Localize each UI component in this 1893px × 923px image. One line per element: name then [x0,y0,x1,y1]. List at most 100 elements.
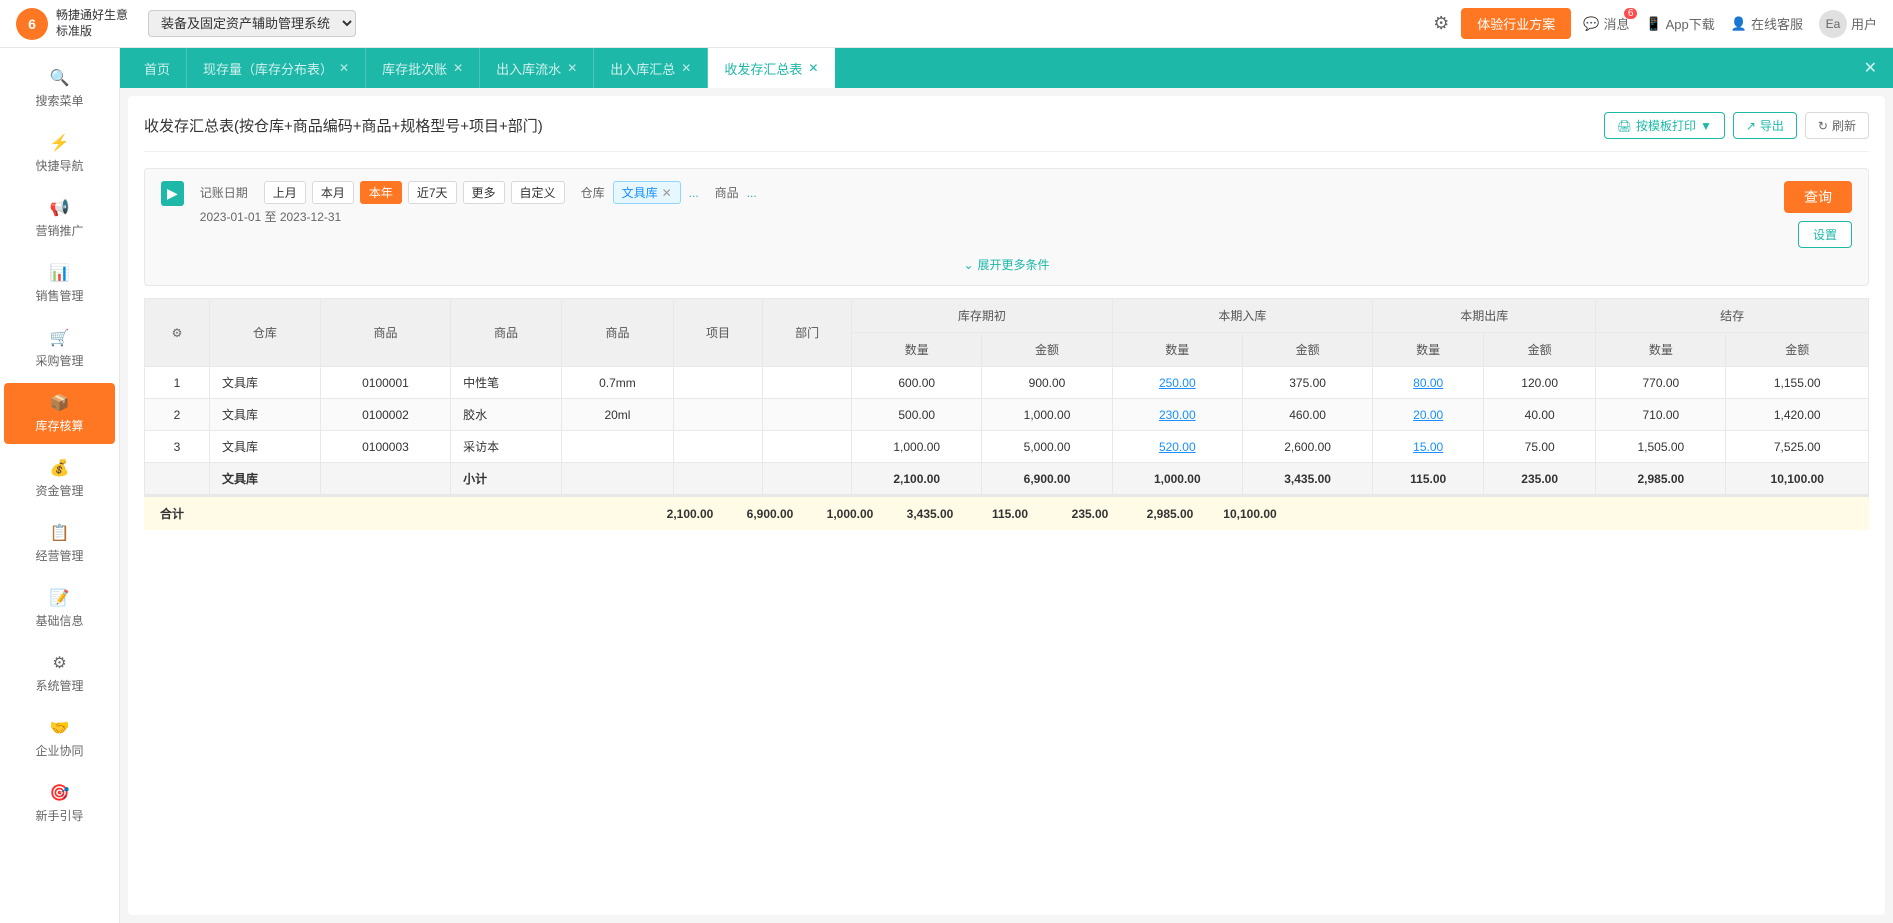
sidebar-item-quick-nav[interactable]: ⚡ 快捷导航 [4,123,115,184]
sidebar-item-system[interactable]: ⚙ 系统管理 [4,643,115,704]
settings-btn[interactable]: 设置 [1798,221,1852,248]
col-project: 项目 [674,299,763,367]
sidebar-item-purchase[interactable]: 🛒 采购管理 [4,318,115,379]
refresh-icon: ↻ [1818,119,1828,133]
tab-home[interactable]: 首页 [128,48,187,88]
sidebar-item-sales[interactable]: 📊 销售管理 [4,253,115,314]
sub-outbound-amt: 金额 [1484,333,1596,367]
cell-inbound-qty[interactable]: 250.00 [1112,367,1242,399]
cell-opening-qty: 1,000.00 [852,431,982,463]
sidebar-item-basic-info[interactable]: 📝 基础信息 [4,578,115,639]
cell-balance-amt: 1,420.00 [1726,399,1869,431]
system-icon: ⚙ [52,653,66,673]
main-layout: 🔍 搜索菜单 ⚡ 快捷导航 📢 营销推广 📊 销售管理 🛒 采购管理 📦 库存核… [0,48,1893,923]
sidebar-item-enterprise[interactable]: 🤝 企业协同 [4,708,115,769]
col-outbound: 本期出库 [1373,299,1596,333]
system-select[interactable]: 装备及固定资产辅助管理系统 [148,10,356,37]
warehouse-tag-close[interactable]: ✕ [662,186,672,200]
sidebar-item-operations[interactable]: 📋 经营管理 [4,513,115,574]
sub-outbound-qty: 数量 [1373,333,1484,367]
print-button[interactable]: 🖨 按模板打印 ▼ [1604,112,1725,139]
tab-inout-summary[interactable]: 出入库汇总 ✕ [594,48,708,88]
marketing-icon: 📢 [50,198,70,218]
col-inbound: 本期入库 [1112,299,1373,333]
user-menu[interactable]: Ea 用户 [1819,10,1877,38]
tab-close-inout-summary[interactable]: ✕ [681,61,691,75]
cell-outbound-qty[interactable]: 80.00 [1373,367,1484,399]
message-button[interactable]: 💬 消息 6 [1583,14,1629,33]
cell-opening-qty: 600.00 [852,367,982,399]
export-icon: ↗ [1746,119,1756,133]
warehouse-more[interactable]: ... [689,186,699,200]
cell-inbound-amt: 460.00 [1242,399,1372,431]
app-download-button[interactable]: 📱 App下载 [1645,14,1714,33]
table-wrapper: ⚙ 仓库 商品 商品 商品 项目 部门 库存期初 本期入库 本期出库 结存 [144,298,1869,495]
date-btn-custom[interactable]: 自定义 [511,181,565,204]
inventory-icon: 📦 [50,393,70,413]
avatar: Ea [1819,10,1847,38]
expand-more-area: ⌄ 展开更多条件 [161,256,1852,273]
date-btn-this-year[interactable]: 本年 [360,181,402,204]
tab-close-collect-send-summary[interactable]: ✕ [808,61,818,75]
filter-action-area: 查询 设置 [1784,181,1852,248]
tab-close-inout-flow[interactable]: ✕ [567,61,577,75]
cell-project [674,431,763,463]
query-button[interactable]: 查询 [1784,181,1852,213]
chevron-down-icon: ▼ [1700,119,1712,133]
col-warehouse: 仓库 [209,299,320,367]
sidebar-item-search[interactable]: 🔍 搜索菜单 [4,58,115,119]
page-inner: 收发存汇总表(按仓库+商品编码+商品+规格型号+项目+部门) 🖨 按模板打印 ▼… [128,96,1885,915]
settings-icon[interactable]: ⚙ [1433,13,1449,34]
sidebar-item-guide[interactable]: 🎯 新手引导 [4,773,115,834]
date-btn-last-month[interactable]: 上月 [264,181,306,204]
cell-inbound-qty[interactable]: 520.00 [1112,431,1242,463]
tab-inout-flow[interactable]: 出入库流水 ✕ [480,48,594,88]
tab-batch-account[interactable]: 库存批次账 ✕ [366,48,480,88]
system-title: 装备及固定资产辅助管理系统 [148,10,1421,37]
date-btn-this-month[interactable]: 本月 [312,181,354,204]
sidebar-item-inventory[interactable]: 📦 库存核算 [4,383,115,444]
tab-collect-send-summary[interactable]: 收发存汇总表 ✕ [708,48,835,88]
date-btn-more[interactable]: 更多 [463,181,505,204]
tab-close-batch-account[interactable]: ✕ [453,61,463,75]
col-goods-spec: 商品 [561,299,673,367]
sidebar-item-marketing[interactable]: 📢 营销推广 [4,188,115,249]
cell-goods-name: 胶水 [451,399,562,431]
tab-inventory-distribution[interactable]: 现存量（库存分布表） ✕ [187,48,366,88]
cell-inbound-qty: 1,000.00 [1112,463,1242,495]
cell-warehouse: 文具库 [209,463,320,495]
filter-row-1: 记账日期 上月 本月 本年 近7天 更多 自定义 [200,181,1768,204]
cell-inbound-qty[interactable]: 230.00 [1112,399,1242,431]
cell-outbound-qty[interactable]: 20.00 [1373,399,1484,431]
export-button[interactable]: ↗ 导出 [1733,112,1797,139]
quick-nav-icon: ⚡ [50,133,70,153]
tab-bar: 首页 现存量（库存分布表） ✕ 库存批次账 ✕ 出入库流水 ✕ 出入库汇总 ✕ … [120,48,1893,88]
cell-project [674,399,763,431]
cell-warehouse: 文具库 [209,431,320,463]
expand-more-button[interactable]: ⌄ 展开更多条件 [963,256,1049,273]
col-goods-code: 商品 [320,299,450,367]
tab-close-inventory-distribution[interactable]: ✕ [339,61,349,75]
date-btn-7days[interactable]: 近7天 [408,181,457,204]
purchase-icon: 🛒 [50,328,70,348]
operations-icon: 📋 [50,523,70,543]
cell-opening-amt: 1,000.00 [982,399,1112,431]
goods-more[interactable]: ... [747,186,757,200]
table-settings-icon[interactable]: ⚙ [172,326,183,340]
filter-expand-arrow[interactable]: ▶ [161,181,184,206]
refresh-button[interactable]: ↻ 刷新 [1805,112,1869,139]
service-icon: 👤 [1731,16,1747,32]
tab-bar-close-icon[interactable]: ✕ [1856,58,1885,78]
cell-goods-spec [561,431,673,463]
cell-outbound-amt: 120.00 [1484,367,1596,399]
cell-warehouse: 文具库 [209,367,320,399]
cell-project [674,367,763,399]
top-bar: 6 畅捷通好生意 标准版 装备及固定资产辅助管理系统 ⚙ 体验行业方案 💬 消息… [0,0,1893,48]
cell-goods-code: 0100001 [320,367,450,399]
sidebar-item-finance[interactable]: 💰 资金管理 [4,448,115,509]
online-service-button[interactable]: 👤 在线客服 [1731,14,1803,33]
trial-button[interactable]: 体验行业方案 [1461,8,1571,39]
warehouse-tag: 文具库 ✕ [613,181,681,204]
sidebar: 🔍 搜索菜单 ⚡ 快捷导航 📢 营销推广 📊 销售管理 🛒 采购管理 📦 库存核… [0,48,120,923]
cell-outbound-qty[interactable]: 15.00 [1373,431,1484,463]
